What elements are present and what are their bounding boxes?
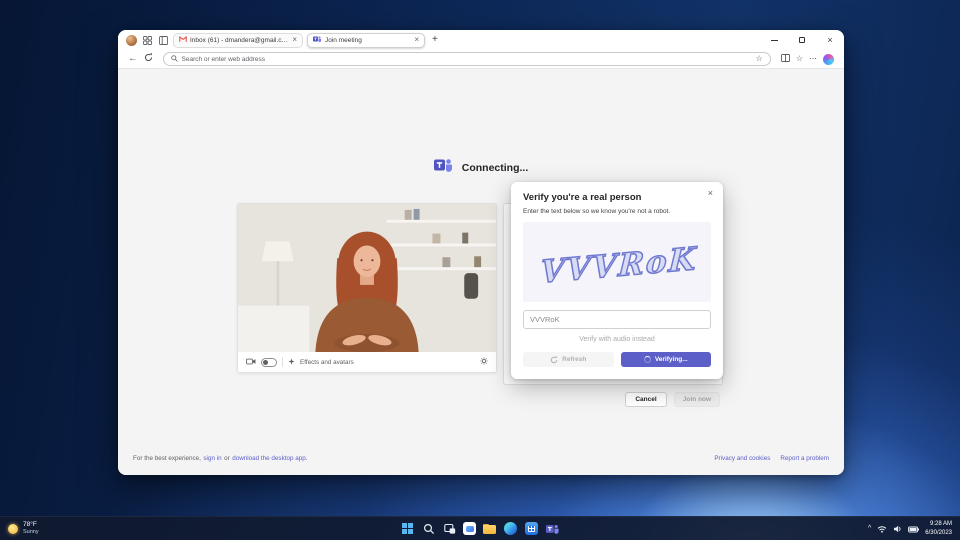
connecting-label: Connecting... [461, 161, 529, 174]
profile-avatar[interactable] [126, 34, 137, 46]
cancel-button[interactable]: Cancel [625, 392, 667, 407]
dialog-close-icon[interactable]: × [708, 189, 713, 198]
join-now-button[interactable]: Join now [674, 392, 720, 407]
chat-icon[interactable] [463, 522, 476, 535]
refresh-captcha-button[interactable]: Refresh [523, 352, 614, 367]
page-footer: For the best experience, sign in or down… [133, 455, 829, 462]
tab-close-icon[interactable]: × [292, 36, 297, 44]
dialog-title: Verify you're a real person [523, 192, 642, 203]
camera-preview-image [238, 204, 496, 352]
privacy-cookies-link[interactable]: Privacy and cookies [714, 455, 770, 462]
favorites-star-icon[interactable]: ☆ [756, 55, 763, 63]
more-menu-icon[interactable]: ⋯ [809, 55, 817, 63]
search-icon [170, 54, 178, 64]
tab-close-icon[interactable]: × [414, 36, 419, 44]
refresh-icon [550, 355, 558, 363]
camera-icon [246, 358, 256, 367]
sun-icon [8, 523, 18, 534]
start-button[interactable] [400, 521, 415, 536]
captcha-input[interactable] [523, 310, 711, 329]
task-view-icon[interactable] [442, 521, 457, 536]
battery-icon[interactable] [908, 520, 920, 538]
connecting-status: Connecting... [118, 157, 844, 178]
close-window-button[interactable]: × [816, 30, 844, 50]
dialog-subtitle: Enter the text below so we know you're n… [523, 208, 671, 215]
captcha-dialog: Verify you're a real person × Enter the … [511, 182, 723, 379]
system-tray: ^ 9:28 AM 6/30/2023 [868, 520, 952, 538]
taskbar: 78°F Sunny ^ 9:28 AM 6/30/2023 [0, 516, 960, 540]
sign-in-link[interactable]: sign in [203, 455, 221, 462]
camera-preview [238, 204, 496, 352]
browser-tab-bar: Inbox (61) - dmandera@gmail.com × Join m… [118, 30, 844, 50]
teams-app-icon[interactable] [545, 521, 560, 536]
maximize-button[interactable] [788, 30, 816, 50]
gmail-icon [179, 35, 187, 45]
tab-label: Inbox (61) - dmandera@gmail.com [190, 36, 290, 44]
new-tab-button[interactable]: + [432, 35, 438, 45]
clock-date: 6/30/2023 [925, 529, 952, 536]
windows-logo-icon [402, 523, 413, 534]
device-settings-gear-icon[interactable] [480, 357, 488, 367]
teams-icon [313, 35, 322, 45]
split-screen-icon[interactable] [780, 54, 790, 64]
file-explorer-icon[interactable] [482, 521, 497, 536]
edge-icon[interactable] [503, 521, 518, 536]
spinner-icon [643, 356, 651, 363]
clock-time: 9:28 AM [929, 521, 952, 528]
wifi-icon[interactable] [877, 520, 887, 538]
report-problem-link[interactable]: Report a problem [780, 455, 829, 462]
divider [282, 357, 283, 367]
captcha-image: VVVRoK [523, 222, 711, 302]
microsoft-store-icon[interactable] [524, 521, 539, 536]
weather-condition: Sunny [23, 529, 39, 536]
footer-text-or: or [224, 455, 230, 462]
back-button[interactable]: ← [128, 54, 138, 64]
taskbar-app-icons [400, 521, 560, 536]
tab-label: Join meeting [325, 36, 362, 44]
verifying-button[interactable]: Verifying... [620, 352, 711, 367]
tab-inbox-gmail[interactable]: Inbox (61) - dmandera@gmail.com × [173, 32, 303, 48]
taskbar-search-icon[interactable] [421, 521, 436, 536]
camera-toggle[interactable] [261, 357, 277, 367]
browser-window: Inbox (61) - dmandera@gmail.com × Join m… [118, 30, 844, 475]
workspaces-icon[interactable] [141, 34, 153, 46]
address-bar[interactable]: Search or enter web address ☆ [162, 52, 771, 66]
desktop-wallpaper: Inbox (61) - dmandera@gmail.com × Join m… [0, 0, 960, 540]
tab-join-meeting[interactable]: Join meeting × [307, 32, 425, 48]
teams-logo-icon [433, 157, 454, 178]
teams-prejoin-page: Connecting... Effects and avatars Cancel… [118, 69, 844, 475]
browser-toolbar: ← Search or enter web address ☆ ☆ ⋯ [118, 50, 844, 69]
download-app-link[interactable]: download the desktop app. [232, 455, 307, 462]
effects-icon [288, 357, 295, 367]
weather-widget[interactable]: 78°F Sunny [8, 521, 39, 536]
weather-temperature: 78°F [23, 521, 37, 528]
verify-audio-link[interactable]: Verify with audio instead [523, 336, 711, 343]
refresh-button[interactable] [144, 53, 153, 65]
minimize-button[interactable] [760, 30, 788, 50]
video-controls-bar: Effects and avatars [238, 352, 496, 372]
tray-chevron-up-icon[interactable]: ^ [868, 525, 871, 532]
taskbar-clock[interactable]: 9:28 AM 6/30/2023 [925, 520, 952, 536]
collections-star-icon[interactable]: ☆ [796, 55, 803, 63]
video-preview-card: Effects and avatars [237, 203, 497, 373]
window-controls: × [760, 30, 844, 50]
captcha-text: VVVRoK [540, 241, 699, 291]
vertical-tabs-icon[interactable] [157, 34, 169, 46]
copilot-icon[interactable] [823, 53, 834, 65]
dialog-buttons: Refresh Verifying... [523, 352, 711, 367]
address-placeholder: Search or enter web address [181, 55, 265, 63]
footer-text: For the best experience, [133, 455, 201, 462]
volume-icon[interactable] [893, 520, 902, 538]
effects-label[interactable]: Effects and avatars [300, 359, 354, 366]
